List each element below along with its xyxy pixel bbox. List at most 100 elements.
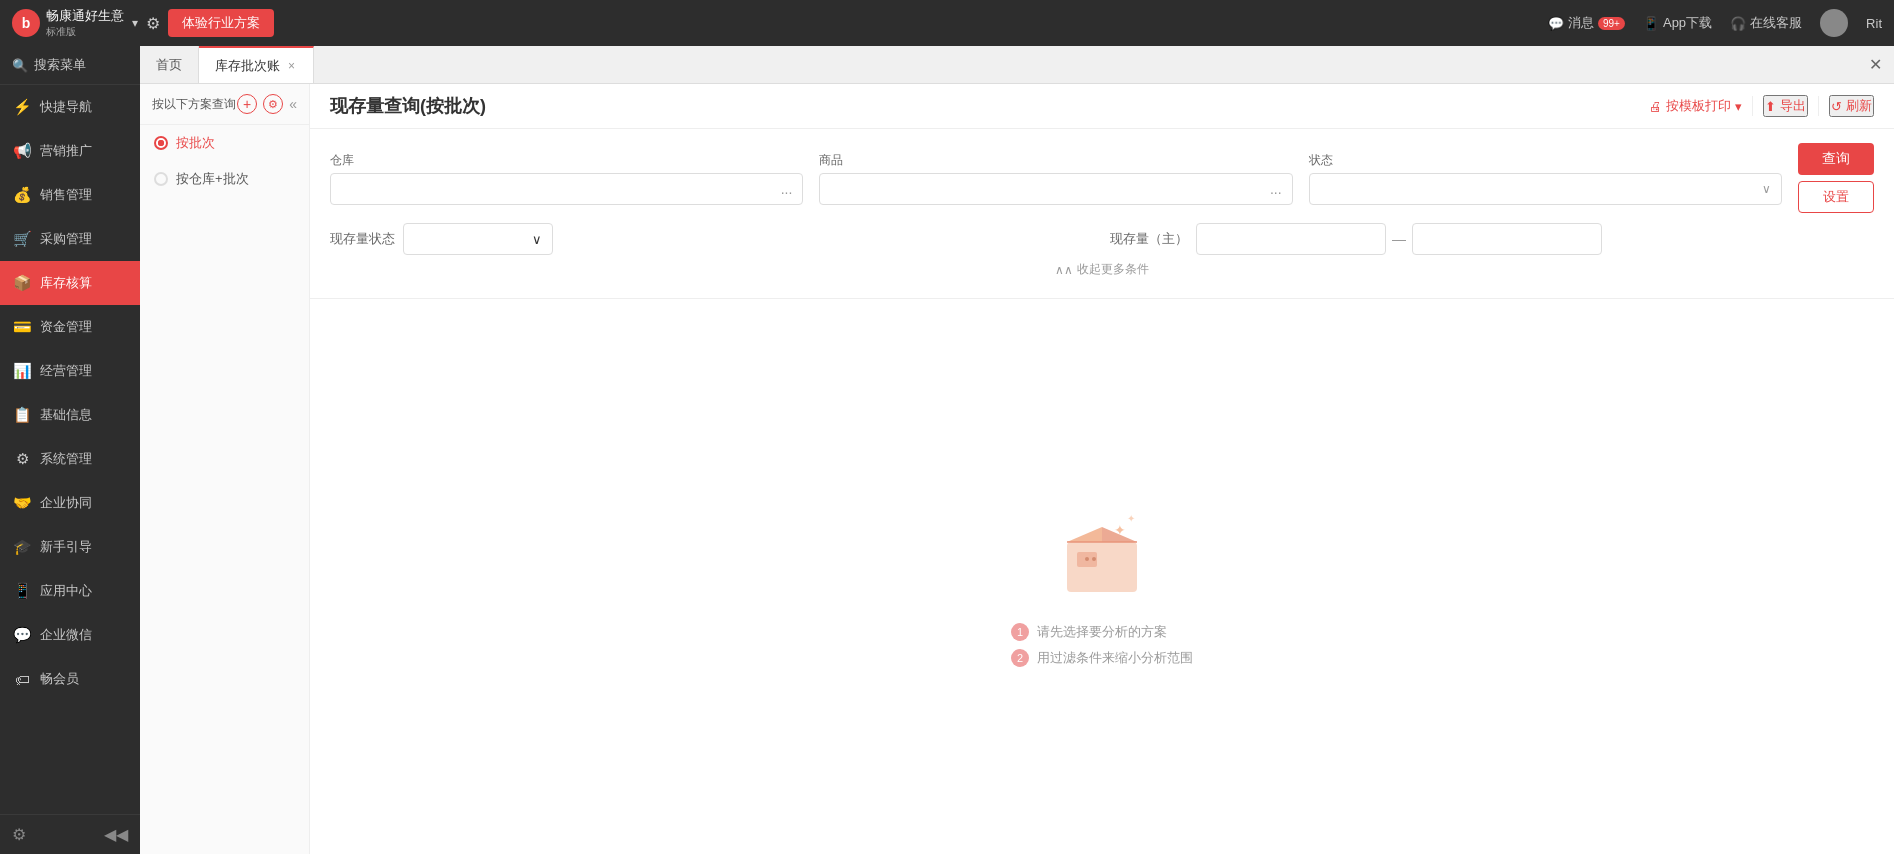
- sales-icon: 💰: [12, 185, 32, 205]
- sidebar-bottom: ⚙ ◀◀: [0, 814, 140, 854]
- svg-rect-0: [1067, 542, 1137, 592]
- product-input[interactable]: ...: [819, 173, 1292, 205]
- stock-quantity-field: 现存量（主） —: [1110, 223, 1874, 255]
- product-label: 商品: [819, 152, 1292, 169]
- sidebar-item-label: 资金管理: [40, 318, 92, 336]
- svg-text:✦: ✦: [1127, 513, 1135, 524]
- sidebar-item-marketing[interactable]: 📢 营销推广: [0, 129, 140, 173]
- empty-state: ✦ ✦ 1 请先选择要分析的方案 2 用过滤条件来缩小分析范围: [310, 299, 1894, 854]
- product-field: 商品 ...: [819, 152, 1292, 205]
- collapse-up-icon: ∧∧: [1055, 263, 1073, 277]
- warehouse-dots-icon[interactable]: ...: [781, 181, 793, 197]
- messages-badge: 99+: [1598, 17, 1625, 30]
- warehouse-input[interactable]: ...: [330, 173, 803, 205]
- filter-radio-by-warehouse-batch: [154, 172, 168, 186]
- logo-area: b 畅康通好生意 标准版: [12, 7, 124, 39]
- empty-hint-1: 1 请先选择要分析的方案: [1011, 623, 1193, 641]
- content-area: 首页 库存批次账 × ✕ 按以下方案查询 + ⚙: [140, 46, 1894, 854]
- sidebar-item-purchase[interactable]: 🛒 采购管理: [0, 217, 140, 261]
- empty-hint-2: 2 用过滤条件来缩小分析范围: [1011, 649, 1193, 667]
- enterprise-icon: 🤝: [12, 493, 32, 513]
- status-label: 状态: [1309, 152, 1782, 169]
- stock-quantity-min-input[interactable]: [1196, 223, 1386, 255]
- sidebar-item-label: 基础信息: [40, 406, 92, 424]
- hint-num-2: 2: [1011, 649, 1029, 667]
- hint-num-1: 1: [1011, 623, 1029, 641]
- sidebar-collapse-icon[interactable]: ◀◀: [104, 825, 128, 844]
- tab-home[interactable]: 首页: [140, 46, 199, 83]
- sidebar-item-enterprise[interactable]: 🤝 企业协同: [0, 481, 140, 525]
- app-center-icon: 📱: [12, 581, 32, 601]
- sidebar-item-membership[interactable]: 🏷 畅会员: [0, 657, 140, 701]
- messages-action[interactable]: 💬 消息 99+: [1548, 14, 1625, 32]
- filter-item-by-batch[interactable]: 按批次: [140, 125, 309, 161]
- query-btn[interactable]: 查询: [1798, 143, 1874, 175]
- svg-point-6: [1092, 557, 1096, 561]
- filter-add-btn[interactable]: +: [237, 94, 257, 114]
- tab-close-icon[interactable]: ×: [286, 57, 297, 75]
- filter-item-by-warehouse-batch[interactable]: 按仓库+批次: [140, 161, 309, 197]
- membership-icon: 🏷: [12, 669, 32, 689]
- sidebar-gear-icon[interactable]: ⚙: [12, 825, 26, 844]
- message-icon: 💬: [1548, 16, 1564, 31]
- top-header: b 畅康通好生意 标准版 ▾ ⚙ 体验行业方案 💬 消息 99+ 📱 App下载…: [0, 0, 1894, 46]
- header-settings-icon[interactable]: ⚙: [146, 14, 160, 33]
- header-left: b 畅康通好生意 标准版 ▾ ⚙ 体验行业方案: [12, 7, 274, 39]
- sidebar-item-system[interactable]: ⚙ 系统管理: [0, 437, 140, 481]
- filter-settings-btn[interactable]: ⚙: [263, 94, 283, 114]
- hint-text-2: 用过滤条件来缩小分析范围: [1037, 649, 1193, 667]
- tab-inventory-batch[interactable]: 库存批次账 ×: [199, 46, 314, 83]
- sidebar-item-finance[interactable]: 💳 资金管理: [0, 305, 140, 349]
- status-select[interactable]: ∨: [1309, 173, 1782, 205]
- logo-text-area: 畅康通好生意 标准版: [46, 7, 124, 39]
- stock-quantity-range: —: [1196, 223, 1602, 255]
- stock-quantity-separator: —: [1392, 231, 1406, 247]
- header-dropdown[interactable]: ▾: [132, 16, 138, 30]
- trial-btn[interactable]: 体验行业方案: [168, 9, 274, 37]
- status-arrow-icon[interactable]: ∨: [1762, 182, 1771, 196]
- empty-hints: 1 请先选择要分析的方案 2 用过滤条件来缩小分析范围: [1011, 623, 1193, 667]
- filter-collapse-btn[interactable]: «: [289, 96, 297, 112]
- print-btn[interactable]: 🖨 按模板打印 ▾: [1649, 97, 1742, 115]
- empty-illustration: ✦ ✦: [1042, 487, 1162, 607]
- sidebar-item-label: 营销推广: [40, 142, 92, 160]
- stock-quantity-label: 现存量（主）: [1110, 230, 1188, 248]
- stock-status-select[interactable]: ∨: [403, 223, 553, 255]
- sidebar-item-quick-nav[interactable]: ⚡ 快捷导航: [0, 85, 140, 129]
- page-title-actions: 🖨 按模板打印 ▾ ⬆ 导出 ↺ 刷新: [1649, 95, 1874, 117]
- stock-quantity-max-input[interactable]: [1412, 223, 1602, 255]
- product-dots-icon[interactable]: ...: [1270, 181, 1282, 197]
- refresh-btn[interactable]: ↺ 刷新: [1829, 95, 1874, 117]
- filter-panel-actions: + ⚙ «: [237, 94, 297, 114]
- sidebar-item-basics[interactable]: 📋 基础信息: [0, 393, 140, 437]
- collapse-row[interactable]: ∧∧ 收起更多条件: [330, 255, 1874, 284]
- finance-icon: 💳: [12, 317, 32, 337]
- app-download-action[interactable]: 📱 App下载: [1643, 14, 1712, 32]
- svg-point-5: [1085, 557, 1089, 561]
- operations-icon: 📊: [12, 361, 32, 381]
- warehouse-label: 仓库: [330, 152, 803, 169]
- refresh-icon: ↺: [1831, 99, 1842, 114]
- online-service-action[interactable]: 🎧 在线客服: [1730, 14, 1802, 32]
- sidebar-item-newbie[interactable]: 🎓 新手引导: [0, 525, 140, 569]
- tab-panel-close-btn[interactable]: ✕: [1857, 55, 1894, 74]
- avatar[interactable]: [1820, 9, 1848, 37]
- print-dropdown-icon[interactable]: ▾: [1735, 99, 1742, 114]
- sidebar-item-app-center[interactable]: 📱 应用中心: [0, 569, 140, 613]
- marketing-icon: 📢: [12, 141, 32, 161]
- sidebar-item-inventory[interactable]: 📦 库存核算: [0, 261, 140, 305]
- divider2: [1818, 96, 1819, 116]
- settings-query-btn[interactable]: 设置: [1798, 181, 1874, 213]
- svg-marker-1: [1067, 527, 1102, 542]
- sidebar-search[interactable]: 🔍 搜索菜单: [0, 46, 140, 85]
- sidebar-item-sales[interactable]: 💰 销售管理: [0, 173, 140, 217]
- system-icon: ⚙: [12, 449, 32, 469]
- svg-text:✦: ✦: [1114, 522, 1126, 538]
- export-btn[interactable]: ⬆ 导出: [1763, 95, 1808, 117]
- sidebar-item-wechat[interactable]: 💬 企业微信: [0, 613, 140, 657]
- purchase-icon: 🛒: [12, 229, 32, 249]
- status-field: 状态 ∨: [1309, 152, 1782, 205]
- sidebar-item-operations[interactable]: 📊 经营管理: [0, 349, 140, 393]
- export-icon: ⬆: [1765, 99, 1776, 114]
- sidebar: 🔍 搜索菜单 ⚡ 快捷导航 📢 营销推广 💰 销售管理 🛒 采购管理 📦 库存核…: [0, 46, 140, 854]
